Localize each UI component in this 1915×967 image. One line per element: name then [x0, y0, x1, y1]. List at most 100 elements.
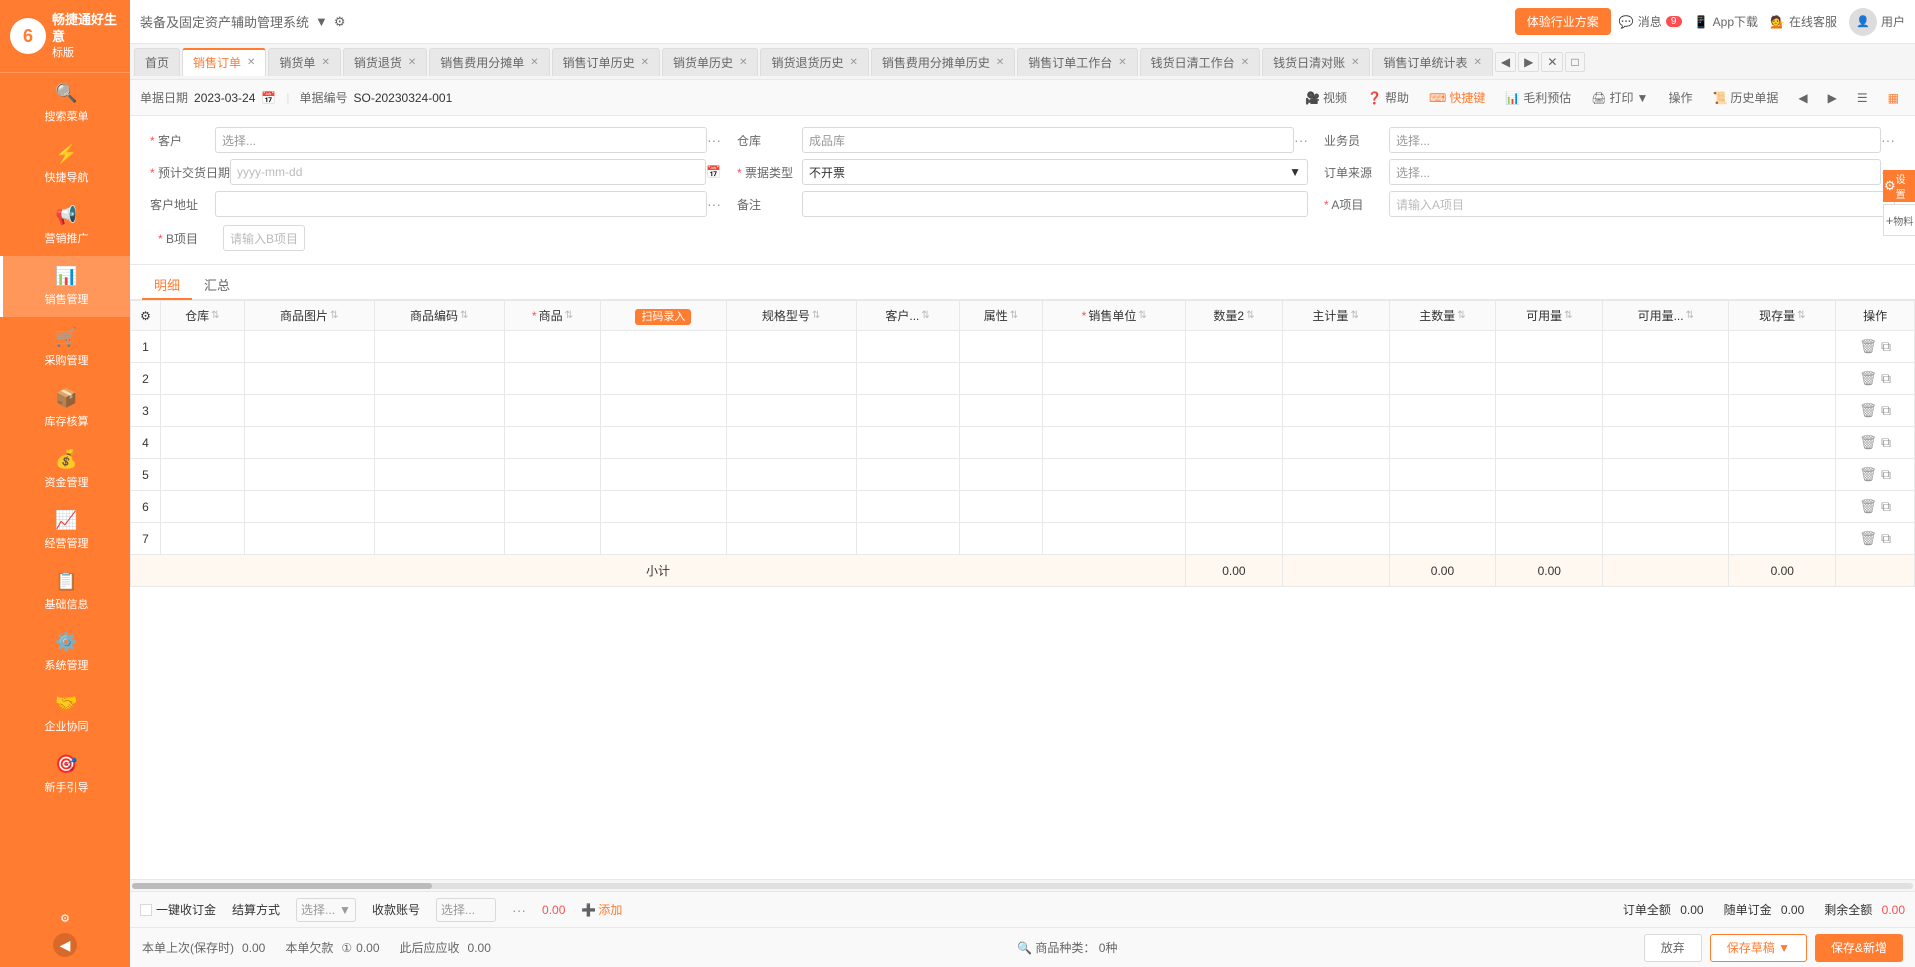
cell-5-5[interactable] [601, 459, 726, 491]
delete-icon-6[interactable]: 🗑 [1859, 498, 1877, 515]
delete-icon-5[interactable]: 🗑 [1859, 466, 1877, 483]
warehouse-more-btn[interactable]: ··· [1294, 132, 1308, 148]
account-select[interactable]: 选择... [436, 898, 496, 922]
address-more-btn[interactable]: ··· [707, 196, 721, 212]
cell-4-7[interactable] [856, 427, 959, 459]
tab-nav-2[interactable]: ✕ [1541, 52, 1563, 72]
cell-3-11[interactable] [1282, 395, 1389, 427]
nav-prev-btn[interactable]: ◀ [1792, 89, 1813, 107]
cell-7-15[interactable] [1729, 523, 1836, 555]
user-btn[interactable]: 👤 用户 [1849, 8, 1905, 36]
cell-6-12[interactable] [1389, 491, 1496, 523]
cell-6-1[interactable] [161, 491, 245, 523]
cell-5-8[interactable] [959, 459, 1043, 491]
sidebar-item-9[interactable]: ⚙️系统管理 [0, 622, 130, 683]
cell-5-15[interactable] [1729, 459, 1836, 491]
cell-7-11[interactable] [1282, 523, 1389, 555]
cell-7-4[interactable] [504, 523, 601, 555]
cell-7-5[interactable] [601, 523, 726, 555]
cell-3-3[interactable] [374, 395, 504, 427]
customer-address-input[interactable] [215, 191, 707, 217]
tab-nav-0[interactable]: ◀ [1495, 52, 1516, 72]
tab-4[interactable]: 销售费用分摊单✕ [429, 48, 549, 76]
delete-icon-7[interactable]: 🗑 [1859, 530, 1877, 547]
delivery-date-input[interactable]: yyyy-mm-dd [230, 159, 706, 185]
sidebar-item-7[interactable]: 📈经营管理 [0, 500, 130, 561]
cell-7-14[interactable] [1603, 523, 1729, 555]
cell-3-7[interactable] [856, 395, 959, 427]
memo-input[interactable] [802, 191, 1308, 217]
cell-4-6[interactable] [726, 427, 856, 459]
cell-5-3[interactable] [374, 459, 504, 491]
sidebar-item-1[interactable]: ⚡快捷导航 [0, 134, 130, 195]
cell-1-7[interactable] [856, 331, 959, 363]
sidebar-collapse-btn[interactable]: ◀ [53, 933, 77, 957]
settings-icon[interactable]: ⚙ [60, 912, 70, 925]
cell-1-3[interactable] [374, 331, 504, 363]
cell-3-13[interactable] [1496, 395, 1603, 427]
tab-close-8[interactable]: ✕ [996, 57, 1004, 68]
tab-close-7[interactable]: ✕ [849, 57, 857, 68]
cell-7-2[interactable] [244, 523, 374, 555]
view-btn[interactable]: 🎥视频 [1299, 87, 1353, 108]
cell-6-3[interactable] [374, 491, 504, 523]
cell-4-4[interactable] [504, 427, 601, 459]
cell-6-7[interactable] [856, 491, 959, 523]
sidebar-item-4[interactable]: 🛒采购管理 [0, 317, 130, 378]
cell-6-2[interactable] [244, 491, 374, 523]
cell-5-14[interactable] [1603, 459, 1729, 491]
th-10[interactable]: 数量2 ⇅ [1186, 301, 1283, 331]
cell-7-10[interactable] [1186, 523, 1283, 555]
delete-icon-2[interactable]: 🗑 [1859, 370, 1877, 387]
history-btn[interactable]: 📜历史单据 [1706, 87, 1784, 108]
help-btn[interactable]: ❓帮助 [1361, 87, 1415, 108]
copy-icon-5[interactable]: ⧉ [1881, 466, 1891, 483]
cell-1-6[interactable] [726, 331, 856, 363]
cell-4-14[interactable] [1603, 427, 1729, 459]
cell-4-3[interactable] [374, 427, 504, 459]
cell-2-13[interactable] [1496, 363, 1603, 395]
copy-icon-6[interactable]: ⧉ [1881, 498, 1891, 515]
tab-close-2[interactable]: ✕ [321, 57, 329, 68]
th-13[interactable]: 可用量 ⇅ [1496, 301, 1603, 331]
th-14[interactable]: 可用量... ⇅ [1603, 301, 1729, 331]
cell-3-14[interactable] [1603, 395, 1729, 427]
cell-5-6[interactable] [726, 459, 856, 491]
tab-nav-3[interactable]: □ [1565, 52, 1584, 72]
copy-icon-1[interactable]: ⧉ [1881, 338, 1891, 355]
cell-5-11[interactable] [1282, 459, 1389, 491]
th-3[interactable]: 商品编码 ⇅ [374, 301, 504, 331]
cell-2-2[interactable] [244, 363, 374, 395]
order-source-input[interactable]: 选择... [1389, 159, 1881, 185]
shortcut-btn[interactable]: ⌨快捷键 [1423, 87, 1491, 108]
copy-icon-3[interactable]: ⧉ [1881, 402, 1891, 419]
cell-5-12[interactable] [1389, 459, 1496, 491]
cell-5-9[interactable] [1043, 459, 1186, 491]
customer-input[interactable]: 选择... [215, 127, 707, 153]
cell-6-9[interactable] [1043, 491, 1186, 523]
cell-4-11[interactable] [1282, 427, 1389, 459]
tab-close-1[interactable]: ✕ [247, 57, 255, 68]
cell-6-10[interactable] [1186, 491, 1283, 523]
gear-icon[interactable]: ⚙ [140, 309, 151, 323]
payment-method-select[interactable]: 选择... ▼ [296, 898, 356, 922]
cell-3-10[interactable] [1186, 395, 1283, 427]
cell-2-15[interactable] [1729, 363, 1836, 395]
tab-close-6[interactable]: ✕ [739, 57, 747, 68]
cell-1-11[interactable] [1282, 331, 1389, 363]
save-new-btn[interactable]: 保存&新增 [1815, 934, 1903, 962]
salesperson-more-btn[interactable]: ··· [1881, 132, 1895, 148]
tab-close-10[interactable]: ✕ [1241, 57, 1249, 68]
tab-close-11[interactable]: ✕ [1351, 57, 1359, 68]
cell-6-11[interactable] [1282, 491, 1389, 523]
cell-6-6[interactable] [726, 491, 856, 523]
account-more-btn[interactable]: ··· [512, 902, 526, 918]
cell-4-2[interactable] [244, 427, 374, 459]
sidebar-item-0[interactable]: 🔍搜索菜单 [0, 73, 130, 134]
sidebar-item-10[interactable]: 🤝企业协同 [0, 683, 130, 744]
cell-4-10[interactable] [1186, 427, 1283, 459]
action-btn[interactable]: 操作 [1662, 87, 1698, 108]
online-service-btn[interactable]: 💁 在线客服 [1770, 13, 1837, 30]
draft-btn[interactable]: 保存草稿 ▼ [1710, 934, 1807, 962]
tab-close-9[interactable]: ✕ [1118, 57, 1126, 68]
